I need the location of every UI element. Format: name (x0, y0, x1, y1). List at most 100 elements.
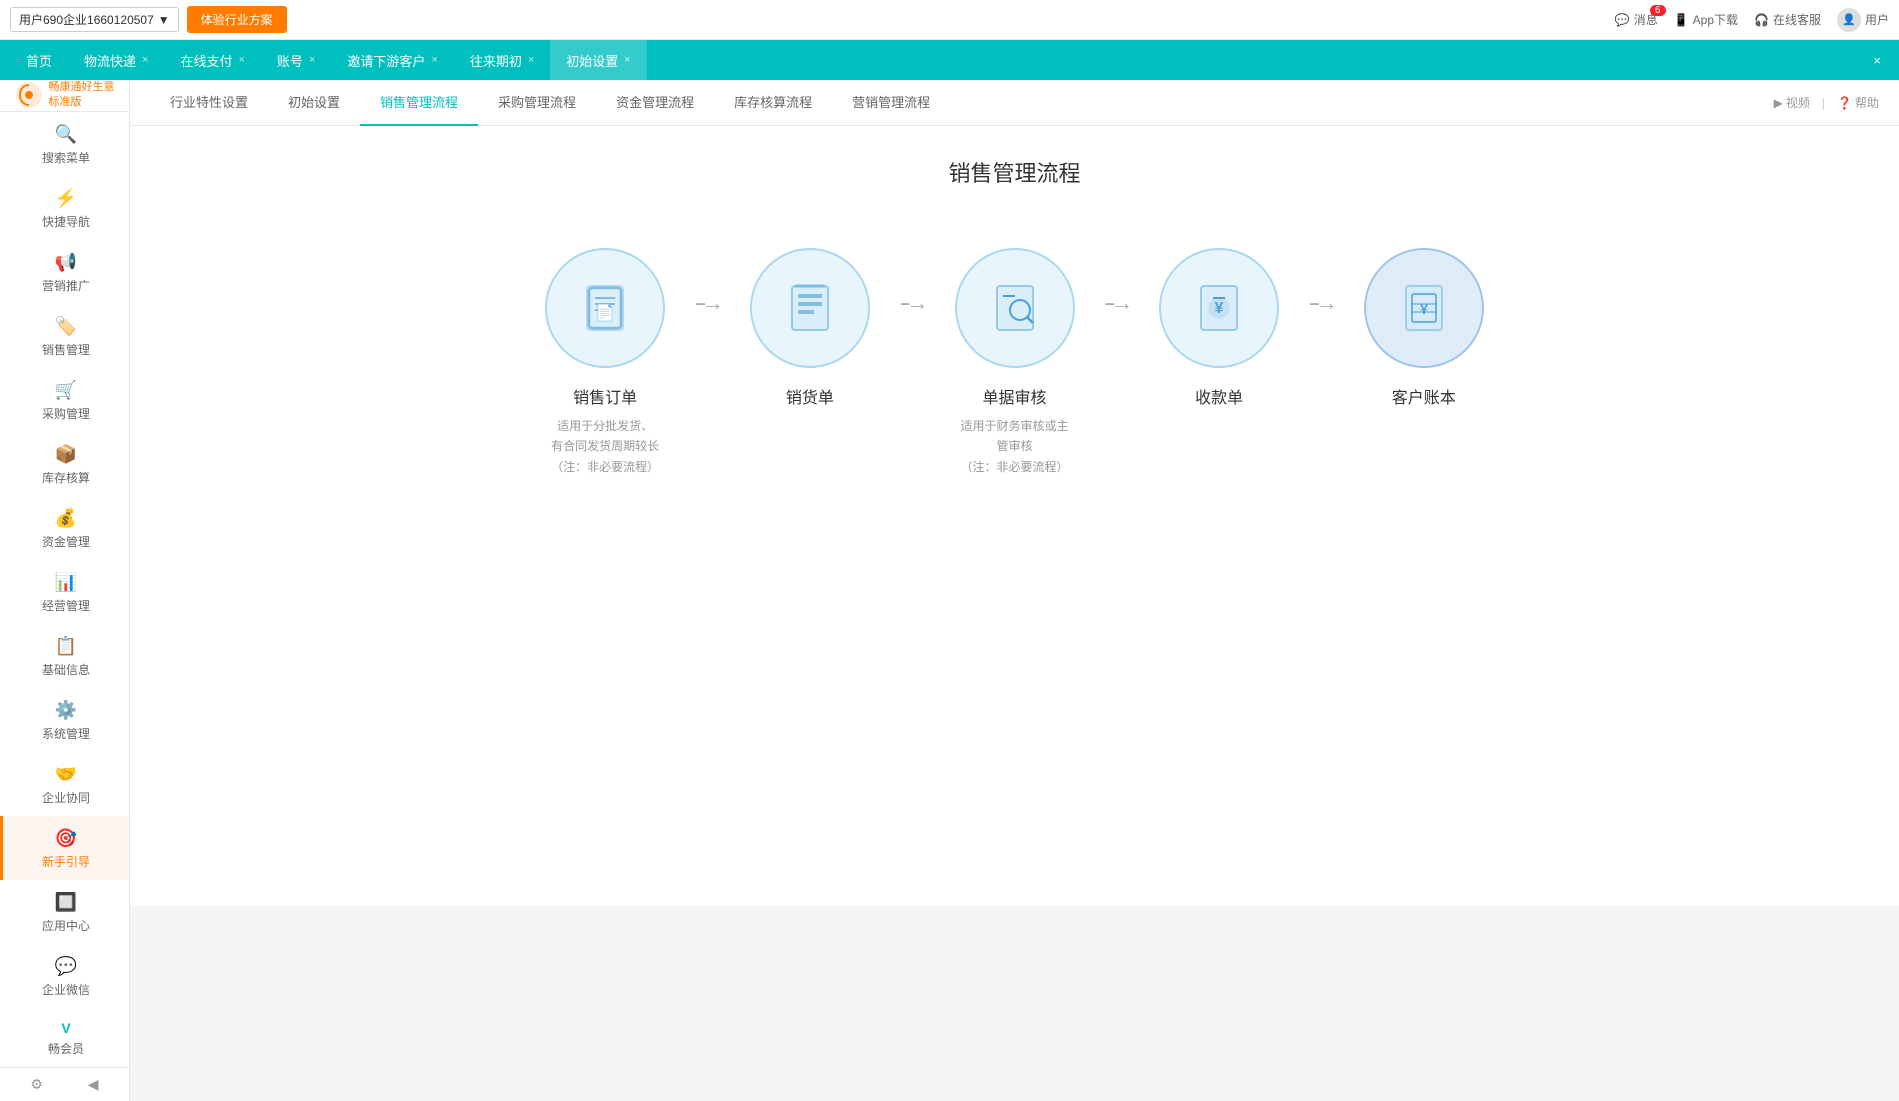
nav-tab-home[interactable]: 首页 (10, 40, 68, 80)
flow-circle-receipt[interactable]: ¥ (1159, 248, 1279, 368)
app-download-btn[interactable]: 📱 App下载 (1674, 11, 1738, 28)
sidebar-item-operations[interactable]: 📊 经营管理 (0, 560, 129, 624)
message-btn[interactable]: 💬 消息 6 (1615, 11, 1658, 28)
sidebar-item-basic-info[interactable]: 📋 基础信息 (0, 624, 129, 688)
sub-tab-inventory-flow[interactable]: 库存核算流程 (714, 80, 832, 126)
sales-icon: 🏷️ (55, 316, 77, 337)
sidebar-item-weixin[interactable]: 💬 企业微信 (0, 944, 129, 1008)
top-bar: 用户690企业1660120507 ▼ 体验行业方案 💬 消息 6 📱 App下… (0, 0, 1899, 40)
guide-icon: 🎯 (55, 828, 77, 849)
marketing-icon: 📢 (55, 252, 77, 273)
nav-tab-payment[interactable]: 在线支付 × (164, 40, 260, 80)
close-invite-icon[interactable]: × (431, 54, 437, 66)
sidebar-item-finance[interactable]: 💰 资金管理 (0, 496, 129, 560)
sidebar-item-system[interactable]: ⚙️ 系统管理 (0, 688, 129, 752)
flow-circle-sales-order[interactable]: 📄 (545, 248, 665, 368)
nav-tab-invite-label: 邀请下游客户 (347, 51, 425, 70)
sidebar-item-operations-label: 经营管理 (42, 597, 90, 614)
help-doc-btn[interactable]: ❓ 帮助 (1837, 94, 1879, 111)
sidebar-item-collab[interactable]: 🤝 企业协同 (0, 752, 129, 816)
nav-tab-account[interactable]: 账号 × (261, 40, 331, 80)
sub-tab-industry[interactable]: 行业特性设置 (150, 80, 268, 126)
help-video-btn[interactable]: ▶ 视频 (1774, 94, 1810, 111)
sub-tab-marketing-flow[interactable]: 营销管理流程 (832, 80, 950, 126)
sidebar-item-sales[interactable]: 🏷️ 销售管理 (0, 304, 129, 368)
collapse-sidebar-btn[interactable]: ◀ (88, 1076, 99, 1093)
sub-tab-purchase-flow[interactable]: 采购管理流程 (478, 80, 596, 126)
app-download-label: App下载 (1693, 11, 1738, 28)
sidebar-item-marketing-label: 营销推广 (42, 277, 90, 294)
sidebar-item-purchase[interactable]: 🛒 采购管理 (0, 368, 129, 432)
dropdown-arrow-icon: ▼ (158, 13, 170, 27)
nav-tab-period-label: 往来期初 (470, 51, 522, 70)
search-icon: 🔍 (55, 124, 77, 145)
logo-icon (15, 81, 43, 109)
nav-tab-init-label: 初始设置 (566, 51, 618, 70)
user-select[interactable]: 用户690企业1660120507 ▼ (10, 7, 179, 32)
sidebar-item-app-center-label: 应用中心 (42, 917, 90, 934)
close-payment-icon[interactable]: × (238, 54, 244, 66)
help-icon: ❓ (1837, 96, 1852, 110)
page-title: 销售管理流程 (170, 156, 1859, 188)
top-bar-left: 用户690企业1660120507 ▼ 体验行业方案 (10, 6, 287, 33)
sub-tab-finance-flow[interactable]: 资金管理流程 (596, 80, 714, 126)
trial-btn[interactable]: 体验行业方案 (187, 6, 287, 33)
sidebar-bottom: ⚙ ◀ (0, 1067, 129, 1101)
sub-tab-sales-flow[interactable]: 销售管理流程 (360, 80, 478, 126)
app-icon: 📱 (1674, 13, 1689, 27)
nav-tab-init[interactable]: 初始设置 × (550, 40, 646, 80)
sidebar-item-member[interactable]: V 畅会员 (0, 1008, 129, 1067)
flow-label-sales-order: 销售订单 (573, 384, 637, 408)
nav-tab-payment-label: 在线支付 (180, 51, 232, 70)
close-period-icon[interactable]: × (528, 54, 534, 66)
user-avatar-btn[interactable]: 👤 用户 (1837, 8, 1889, 32)
sidebar-item-inventory-label: 库存核算 (42, 469, 90, 486)
nav-tab-period[interactable]: 往来期初 × (454, 40, 550, 80)
headset-icon: 🎧 (1754, 13, 1769, 27)
close-init-icon[interactable]: × (624, 54, 630, 66)
flow-circle-audit[interactable] (955, 248, 1075, 368)
sidebar-item-marketing[interactable]: 📢 营销推广 (0, 240, 129, 304)
svg-text:📄: 📄 (595, 303, 615, 322)
page-body: 销售管理流程 📄 销售订单 (130, 126, 1899, 507)
sidebar-item-guide[interactable]: 🎯 新手引导 (0, 816, 129, 880)
top-bar-right: 💬 消息 6 📱 App下载 🎧 在线客服 👤 用户 (1615, 8, 1889, 32)
sidebar-item-search-label: 搜索菜单 (42, 149, 90, 166)
flow-desc-sales-order: 适用于分批发货、有合同发货周期较长（注：非必要流程） (551, 416, 659, 477)
flow-item-delivery: 销货单 (720, 248, 900, 416)
audit-icon (987, 280, 1043, 336)
layout: 畅康通好生意 标准版 🔍 搜索菜单 ⚡ 快捷导航 📢 营销推广 🏷️ 销售管理 (0, 80, 1899, 906)
quick-nav-icon: ⚡ (55, 188, 77, 209)
close-logistics-icon[interactable]: × (142, 54, 148, 66)
sidebar-item-quick-nav[interactable]: ⚡ 快捷导航 (0, 176, 129, 240)
weixin-icon: 💬 (55, 956, 77, 977)
close-account-icon[interactable]: × (309, 54, 315, 66)
logo-text: 畅康通好生意 标准版 (49, 80, 115, 111)
sidebar-item-purchase-label: 采购管理 (42, 405, 90, 422)
settings-bottom-btn[interactable]: ⚙ (30, 1076, 43, 1093)
sub-tab-help-area: ▶ 视频 | ❓ 帮助 (1774, 94, 1879, 111)
flow-circle-ledger[interactable]: ¥ (1364, 248, 1484, 368)
logo-line1: 畅康通好生意 (49, 80, 115, 95)
sidebar-item-app-center[interactable]: 🔲 应用中心 (0, 880, 129, 944)
nav-tab-logistics[interactable]: 物流快递 × (68, 40, 164, 80)
flow-arrow-3: --→ (1105, 248, 1130, 316)
basic-info-icon: 📋 (55, 636, 77, 657)
sub-tab-init[interactable]: 初始设置 (268, 80, 360, 126)
finance-icon: 💰 (55, 508, 77, 529)
sub-tabs: 行业特性设置 初始设置 销售管理流程 采购管理流程 资金管理流程 库存核算流程 … (130, 80, 1899, 126)
sidebar-item-inventory[interactable]: 📦 库存核算 (0, 432, 129, 496)
sidebar-item-weixin-label: 企业微信 (42, 981, 90, 998)
nav-tab-home-label: 首页 (26, 51, 52, 70)
flow-label-audit: 单据审核 (982, 384, 1046, 408)
user-select-text: 用户690企业1660120507 (19, 11, 154, 28)
nav-tab-invite[interactable]: 邀请下游客户 × (331, 40, 453, 80)
sidebar-item-search[interactable]: 🔍 搜索菜单 (0, 112, 129, 176)
online-service-btn[interactable]: 🎧 在线客服 (1754, 11, 1821, 28)
delivery-icon (782, 280, 838, 336)
flow-item-sales-order: 📄 销售订单 适用于分批发货、有合同发货周期较长（注：非必要流程） (515, 248, 695, 477)
flow-label-receipt: 收款单 (1195, 384, 1243, 408)
flow-circle-delivery[interactable] (750, 248, 870, 368)
logo-line2: 标准版 (49, 95, 115, 110)
close-all-tabs-btn[interactable]: × (1865, 53, 1889, 68)
